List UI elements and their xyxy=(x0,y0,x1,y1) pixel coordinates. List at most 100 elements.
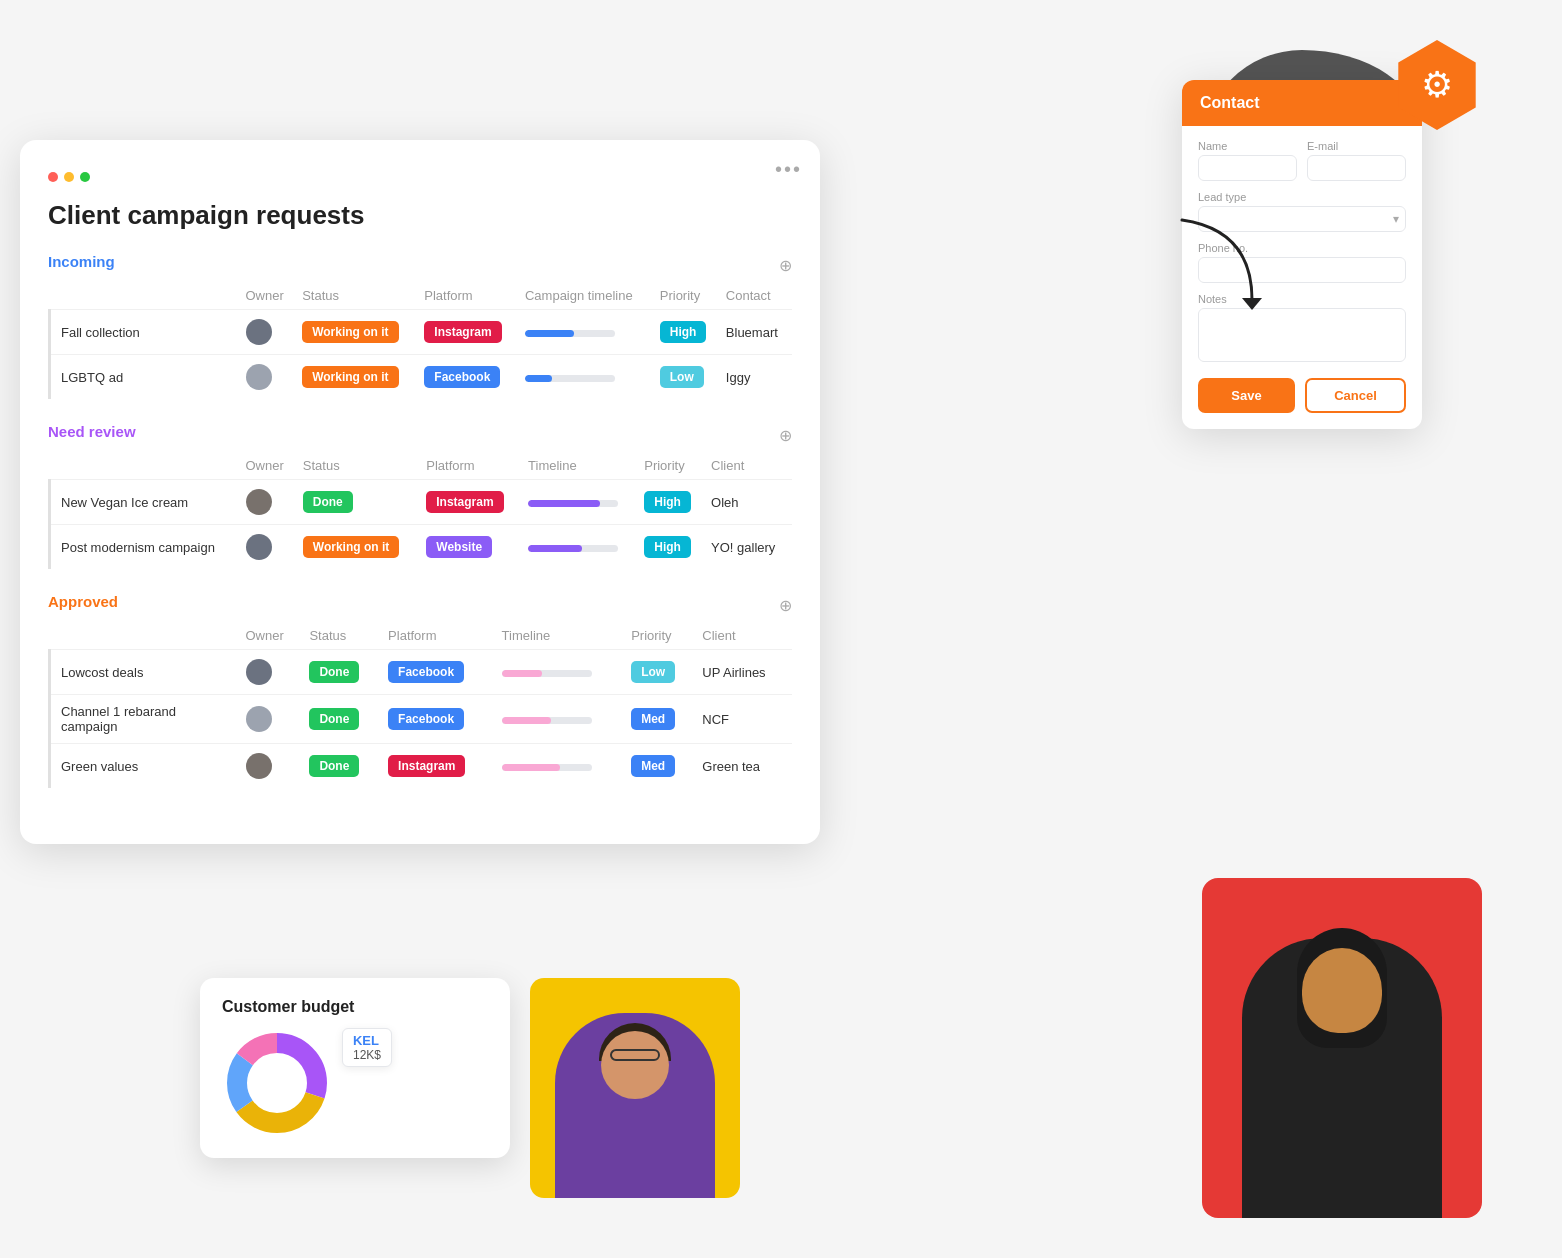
col-header-status: Status xyxy=(296,284,418,310)
page-title: Client campaign requests xyxy=(48,200,792,231)
row-platform: Facebook xyxy=(382,695,495,744)
progress-bar xyxy=(525,375,615,382)
col-header-owner: Owner xyxy=(240,284,297,310)
svg-point-5 xyxy=(249,1055,305,1111)
contact-card-header: Contact xyxy=(1182,80,1422,126)
mac-dot-minimize[interactable] xyxy=(64,172,74,182)
row-owner xyxy=(240,744,304,789)
hubspot-icon: ⚙ xyxy=(1421,67,1453,103)
row-name: New Vegan Ice cream xyxy=(50,480,240,525)
row-platform: Website xyxy=(420,525,522,570)
section-approved: Approved⊕OwnerStatusPlatformTimelinePrio… xyxy=(48,593,792,788)
table-incoming: OwnerStatusPlatformCampaign timelinePrio… xyxy=(48,284,792,399)
row-priority: Low xyxy=(625,650,696,695)
progress-fill xyxy=(528,500,600,507)
row-platform: Instagram xyxy=(418,310,519,355)
row-name: Post modernism campaign xyxy=(50,525,240,570)
progress-fill xyxy=(525,330,575,337)
avatar xyxy=(246,364,272,390)
section-add-button-need-review[interactable]: ⊕ xyxy=(779,426,792,445)
platform-badge: Website xyxy=(426,536,492,558)
contact-save-button[interactable]: Save xyxy=(1198,378,1295,413)
row-contact: Iggy xyxy=(720,355,792,400)
status-badge: Working on it xyxy=(303,536,399,558)
contact-name-field: Name xyxy=(1198,140,1297,181)
status-badge: Done xyxy=(309,755,359,777)
chart-area: KEL 12K$ xyxy=(222,1028,488,1138)
table-need-review: OwnerStatusPlatformTimelinePriorityClien… xyxy=(48,454,792,569)
contact-cancel-button[interactable]: Cancel xyxy=(1305,378,1406,413)
priority-badge: Med xyxy=(631,708,675,730)
arrow-decoration xyxy=(1172,210,1292,330)
contact-name-email-row: Name E-mail xyxy=(1198,140,1406,181)
row-name: Lowcost deals xyxy=(50,650,240,695)
col-header-timeline: Timeline xyxy=(496,624,626,650)
priority-badge: High xyxy=(644,536,691,558)
progress-bar xyxy=(525,330,615,337)
status-badge: Done xyxy=(303,491,353,513)
row-status: Done xyxy=(303,695,382,744)
contact-email-field: E-mail xyxy=(1307,140,1406,181)
row-owner xyxy=(240,355,297,400)
mac-dot-maximize[interactable] xyxy=(80,172,90,182)
row-name: Channel 1 rebarand campaign xyxy=(50,695,240,744)
row-status: Working on it xyxy=(296,355,418,400)
col-header-campaign-timeline: Campaign timeline xyxy=(519,284,654,310)
row-platform: Facebook xyxy=(418,355,519,400)
col-header-owner: Owner xyxy=(240,454,297,480)
card-menu-button[interactable]: ••• xyxy=(775,158,802,181)
svg-marker-0 xyxy=(1242,298,1262,310)
row-contact: Green tea xyxy=(696,744,792,789)
row-owner xyxy=(240,480,297,525)
section-add-button-incoming[interactable]: ⊕ xyxy=(779,256,792,275)
campaign-card: ••• Client campaign requests Incoming ⊕ Ow… xyxy=(20,140,820,844)
mac-dot-close[interactable] xyxy=(48,172,58,182)
row-name: Fall collection xyxy=(50,310,240,355)
contact-email-label: E-mail xyxy=(1307,140,1406,152)
status-badge: Done xyxy=(309,661,359,683)
status-badge: Working on it xyxy=(302,321,398,343)
table-approved: OwnerStatusPlatformTimelinePriorityClien… xyxy=(48,624,792,788)
row-contact: YO! gallery xyxy=(705,525,792,570)
donut-chart: KEL 12K$ xyxy=(222,1028,332,1138)
section-add-button-approved[interactable]: ⊕ xyxy=(779,596,792,615)
avatar xyxy=(246,534,272,560)
section-title-incoming: Incoming xyxy=(48,253,115,270)
col-header-priority: Priority xyxy=(625,624,696,650)
contact-name-input[interactable] xyxy=(1198,155,1297,181)
platform-badge: Facebook xyxy=(424,366,500,388)
progress-fill xyxy=(502,717,552,724)
col-header-platform: Platform xyxy=(418,284,519,310)
row-status: Working on it xyxy=(297,525,421,570)
tooltip-value: 12K$ xyxy=(353,1048,381,1062)
row-status: Done xyxy=(303,744,382,789)
man-body xyxy=(555,1013,715,1198)
table-row: New Vegan Ice creamDoneInstagramHighOleh xyxy=(50,480,793,525)
man-glasses xyxy=(610,1049,660,1061)
col-header-contact: Contact xyxy=(720,284,792,310)
row-contact: NCF xyxy=(696,695,792,744)
platform-badge: Instagram xyxy=(426,491,503,513)
table-row: Fall collectionWorking on itInstagramHig… xyxy=(50,310,793,355)
status-badge: Working on it xyxy=(302,366,398,388)
row-owner xyxy=(240,525,297,570)
row-contact: UP Airlines xyxy=(696,650,792,695)
mac-window-dots xyxy=(48,172,792,182)
row-priority: Med xyxy=(625,695,696,744)
row-timeline xyxy=(496,744,626,789)
progress-fill xyxy=(502,764,561,771)
progress-fill xyxy=(528,545,582,552)
col-header-platform: Platform xyxy=(382,624,495,650)
contact-name-label: Name xyxy=(1198,140,1297,152)
progress-bar xyxy=(502,670,592,677)
row-name: LGBTQ ad xyxy=(50,355,240,400)
priority-badge: Med xyxy=(631,755,675,777)
col-header-priority: Priority xyxy=(654,284,720,310)
contact-lead-label: Lead type xyxy=(1198,191,1406,203)
row-timeline xyxy=(496,695,626,744)
col-header-priority: Priority xyxy=(638,454,705,480)
row-timeline xyxy=(496,650,626,695)
col-header-timeline: Timeline xyxy=(522,454,638,480)
contact-email-input[interactable] xyxy=(1307,155,1406,181)
woman-head xyxy=(1302,948,1382,1033)
